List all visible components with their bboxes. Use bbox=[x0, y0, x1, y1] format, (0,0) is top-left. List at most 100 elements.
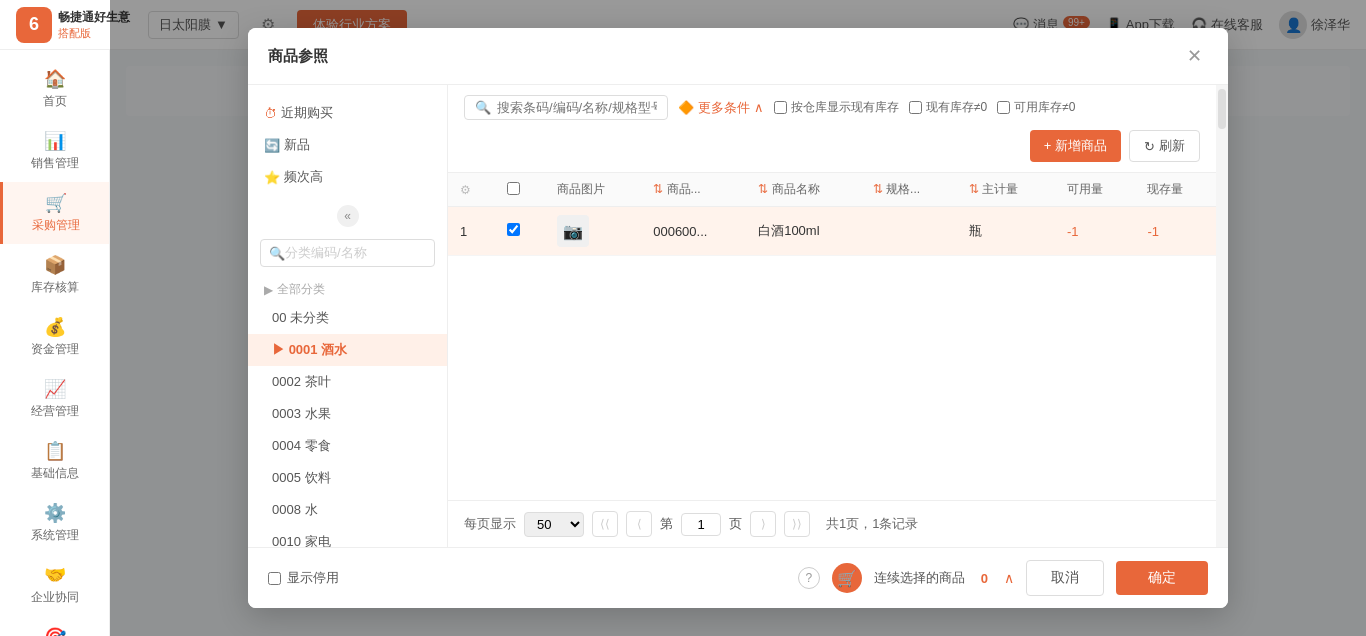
sidebar-item-enterprise[interactable]: 🤝 企业协同 bbox=[0, 554, 109, 616]
modal-title: 商品参照 bbox=[268, 47, 328, 66]
page-size-select[interactable]: 50 20 100 bbox=[524, 512, 584, 537]
sidebar-item-finance[interactable]: 💰 资金管理 bbox=[0, 306, 109, 368]
modal-header: 商品参照 ✕ bbox=[248, 28, 1228, 85]
cell-code: 000600... bbox=[641, 207, 746, 256]
page-next-btn[interactable]: ⟩ bbox=[750, 511, 776, 537]
display-disabled-checkbox[interactable]: 显示停用 bbox=[268, 569, 339, 587]
selected-count: 0 bbox=[981, 571, 988, 586]
quick-access-recent[interactable]: ⏱ 近期购买 bbox=[248, 97, 447, 129]
col-code[interactable]: ⇅ 商品... bbox=[641, 173, 746, 207]
finance-icon: 💰 bbox=[44, 316, 66, 338]
search-icon: 🔍 bbox=[475, 100, 491, 115]
modal-right-panel: 🔍 🔶 更多条件 ∧ 按仓库显示现有库存 bbox=[448, 85, 1216, 547]
row-checkbox[interactable] bbox=[507, 223, 520, 236]
col-available: 可用量 bbox=[1055, 173, 1136, 207]
category-appliance[interactable]: 0010 家电 bbox=[248, 526, 447, 547]
checkbox-nonzero-stock[interactable]: 现有库存≠0 bbox=[909, 99, 987, 116]
quick-access-new[interactable]: 🔄 新品 bbox=[248, 129, 447, 161]
footer-collapse-btn[interactable]: ∧ bbox=[1004, 570, 1014, 586]
product-search-input[interactable] bbox=[497, 100, 657, 115]
refresh-icon: ↻ bbox=[1144, 139, 1155, 154]
select-all-checkbox[interactable] bbox=[507, 182, 520, 195]
sidebar-item-guide[interactable]: 🎯 新手引导 bbox=[0, 616, 109, 636]
toolbar-right: + 新增商品 ↻ 刷新 bbox=[1030, 130, 1200, 162]
product-search-box[interactable]: 🔍 bbox=[464, 95, 668, 120]
quick-access-frequent[interactable]: ⭐ 频次高 bbox=[248, 161, 447, 193]
sidebar-item-label: 库存核算 bbox=[31, 279, 79, 296]
sidebar-item-operations[interactable]: 📈 经营管理 bbox=[0, 368, 109, 430]
checkbox-nonzero-available[interactable]: 可用库存≠0 bbox=[997, 99, 1075, 116]
cart-icon-btn[interactable]: 🛒 bbox=[832, 563, 862, 593]
product-image: 📷 bbox=[557, 215, 589, 247]
product-reference-modal: 商品参照 ✕ ⏱ 近期购买 🔄 新品 bbox=[248, 28, 1228, 608]
sidebar-item-label: 资金管理 bbox=[31, 341, 79, 358]
col-spec[interactable]: ⇅ 规格... bbox=[861, 173, 957, 207]
cell-image: 📷 bbox=[545, 207, 642, 256]
cell-available: -1 bbox=[1055, 207, 1136, 256]
cell-name: 白酒100ml bbox=[746, 207, 861, 256]
modal-body: ⏱ 近期购买 🔄 新品 ⭐ 频次高 « bbox=[248, 85, 1228, 547]
clock-icon: ⏱ bbox=[264, 106, 277, 121]
sidebar-item-label: 基础信息 bbox=[31, 465, 79, 482]
cancel-button[interactable]: 取消 bbox=[1026, 560, 1104, 596]
enterprise-icon: 🤝 bbox=[44, 564, 66, 586]
category-water[interactable]: 0008 水 bbox=[248, 494, 447, 526]
logo-icon: 6 bbox=[16, 7, 52, 43]
page-last-btn[interactable]: ⟩⟩ bbox=[784, 511, 810, 537]
sidebar-item-label: 首页 bbox=[43, 93, 67, 110]
category-fruit[interactable]: 0003 水果 bbox=[248, 398, 447, 430]
modal-close-button[interactable]: ✕ bbox=[1180, 42, 1208, 70]
page-suffix-label: 页 bbox=[729, 515, 742, 533]
page-prev-btn[interactable]: ⟨ bbox=[626, 511, 652, 537]
checkbox-warehouse-stock[interactable]: 按仓库显示现有库存 bbox=[774, 99, 899, 116]
sidebar: 🏠 首页 📊 销售管理 🛒 采购管理 📦 库存核算 💰 资金管理 📈 经营管理 … bbox=[0, 50, 110, 636]
basic-info-icon: 📋 bbox=[44, 440, 66, 462]
table-header-row: ⚙ 商品图片 bbox=[448, 173, 1216, 207]
footer-right: ? 🛒 连续选择的商品 0 ∧ 取消 确定 bbox=[798, 560, 1208, 596]
page-number-input[interactable]: 1 bbox=[681, 513, 721, 536]
col-stock: 现存量 bbox=[1135, 173, 1216, 207]
col-checkbox[interactable] bbox=[495, 173, 545, 207]
col-settings[interactable]: ⚙ bbox=[448, 173, 495, 207]
selected-label: 连续选择的商品 bbox=[874, 569, 965, 587]
page-first-btn[interactable]: ⟨⟨ bbox=[592, 511, 618, 537]
category-uncategorized[interactable]: 00 未分类 bbox=[248, 302, 447, 334]
category-beverage[interactable]: 0005 饮料 bbox=[248, 462, 447, 494]
page-label: 第 bbox=[660, 515, 673, 533]
modal-overlay: 商品参照 ✕ ⏱ 近期购买 🔄 新品 bbox=[110, 0, 1366, 636]
sidebar-item-purchase[interactable]: 🛒 采购管理 bbox=[0, 182, 109, 244]
table-row[interactable]: 1 📷 000600... 白酒100ml bbox=[448, 207, 1216, 256]
confirm-button[interactable]: 确定 bbox=[1116, 561, 1208, 595]
category-tea[interactable]: 0002 茶叶 bbox=[248, 366, 447, 398]
product-table: ⚙ 商品图片 bbox=[448, 173, 1216, 256]
filter-icon: 🔶 bbox=[678, 100, 694, 115]
modal-footer: 显示停用 ? 🛒 连续选择的商品 0 ∧ 取消 确定 bbox=[248, 547, 1228, 608]
modal-scrollbar[interactable] bbox=[1216, 85, 1228, 547]
sidebar-item-home[interactable]: 🏠 首页 bbox=[0, 58, 109, 120]
filter-more-btn[interactable]: 🔶 更多条件 ∧ bbox=[678, 99, 764, 117]
col-image: 商品图片 bbox=[545, 173, 642, 207]
new-icon: 🔄 bbox=[264, 138, 280, 153]
col-unit[interactable]: ⇅ 主计量 bbox=[957, 173, 1055, 207]
sidebar-item-sales[interactable]: 📊 销售管理 bbox=[0, 120, 109, 182]
content-area: 商品参照 ✕ ⏱ 近期购买 🔄 新品 bbox=[110, 50, 1366, 636]
help-icon-btn[interactable]: ? bbox=[798, 567, 820, 589]
guide-icon: 🎯 bbox=[44, 626, 66, 636]
refresh-button[interactable]: ↻ 刷新 bbox=[1129, 130, 1200, 162]
sidebar-item-system[interactable]: ⚙️ 系统管理 bbox=[0, 492, 109, 554]
sort-icon: ⇅ bbox=[758, 182, 768, 196]
system-icon: ⚙️ bbox=[44, 502, 66, 524]
collapse-left-panel-btn[interactable]: « bbox=[337, 205, 359, 227]
scroll-thumb[interactable] bbox=[1218, 89, 1226, 129]
category-search[interactable]: 🔍 分类编码/名称 bbox=[260, 239, 435, 267]
add-product-button[interactable]: + 新增商品 bbox=[1030, 130, 1121, 162]
sidebar-item-basic-info[interactable]: 📋 基础信息 bbox=[0, 430, 109, 492]
category-section-header: ▶ 全部分类 bbox=[248, 277, 447, 302]
cell-checkbox[interactable] bbox=[495, 207, 545, 256]
category-liquor[interactable]: ▶ 0001 酒水 bbox=[248, 334, 447, 366]
col-name[interactable]: ⇅ 商品名称 bbox=[746, 173, 861, 207]
sidebar-item-label: 采购管理 bbox=[32, 217, 80, 234]
category-snack[interactable]: 0004 零食 bbox=[248, 430, 447, 462]
sidebar-item-label: 销售管理 bbox=[31, 155, 79, 172]
sidebar-item-inventory[interactable]: 📦 库存核算 bbox=[0, 244, 109, 306]
